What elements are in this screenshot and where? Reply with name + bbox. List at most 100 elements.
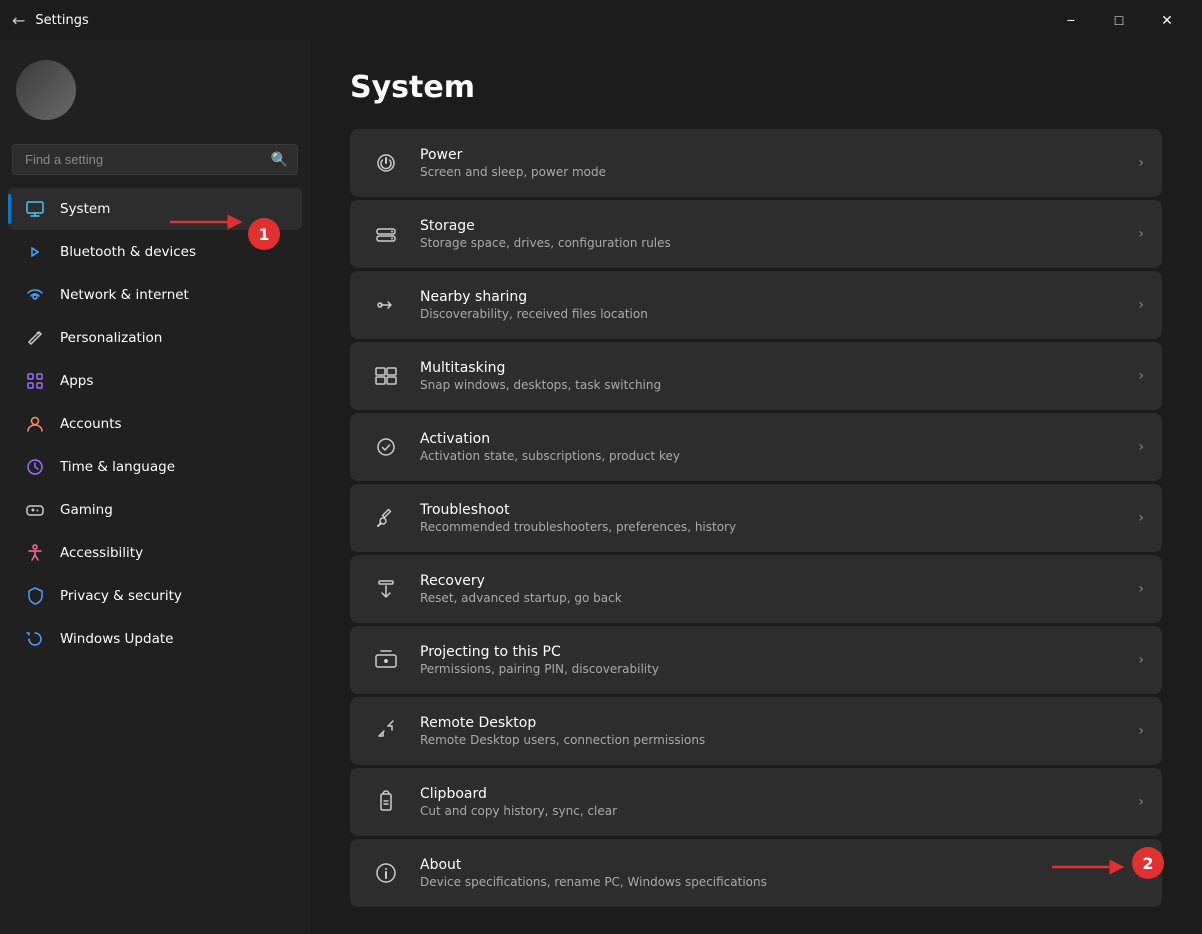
settings-item-title-remote-desktop: Remote Desktop (420, 715, 1122, 731)
settings-item-text-power: Power Screen and sleep, power mode (420, 147, 1122, 179)
avatar (16, 60, 76, 120)
personalization-icon (24, 327, 46, 349)
settings-item-desc-activation: Activation state, subscriptions, product… (420, 449, 1122, 463)
settings-item-title-about: About (420, 857, 1122, 873)
settings-item-text-multitasking: Multitasking Snap windows, desktops, tas… (420, 360, 1122, 392)
time-icon (24, 456, 46, 478)
sidebar-item-label-privacy: Privacy & security (60, 588, 182, 604)
sidebar-item-label-gaming: Gaming (60, 502, 113, 518)
privacy-icon (24, 585, 46, 607)
multitasking-icon (368, 358, 404, 394)
settings-item-projecting[interactable]: Projecting to this PC Permissions, pairi… (350, 626, 1162, 694)
power-icon (368, 145, 404, 181)
settings-item-title-clipboard: Clipboard (420, 786, 1122, 802)
sidebar-item-label-accessibility: Accessibility (60, 545, 143, 561)
chevron-right-icon-nearby-sharing: › (1138, 297, 1144, 313)
settings-item-text-nearby-sharing: Nearby sharing Discoverability, received… (420, 289, 1122, 321)
settings-item-nearby-sharing[interactable]: Nearby sharing Discoverability, received… (350, 271, 1162, 339)
settings-item-desc-troubleshoot: Recommended troubleshooters, preferences… (420, 520, 1122, 534)
sidebar: 🔍 System Bluetooth & devices Network & i… (0, 40, 310, 934)
title-bar-title: Settings (35, 13, 88, 28)
title-bar-controls: − □ ✕ (1048, 4, 1190, 36)
sidebar-item-update[interactable]: Windows Update (8, 618, 302, 660)
search-box: 🔍 (12, 144, 298, 175)
settings-item-clipboard[interactable]: Clipboard Cut and copy history, sync, cl… (350, 768, 1162, 836)
app-body: 🔍 System Bluetooth & devices Network & i… (0, 40, 1202, 934)
chevron-right-icon-clipboard: › (1138, 794, 1144, 810)
storage-icon (368, 216, 404, 252)
main-content: System Power Screen and sleep, power mod… (310, 40, 1202, 934)
maximize-button[interactable]: □ (1096, 4, 1142, 36)
settings-item-text-activation: Activation Activation state, subscriptio… (420, 431, 1122, 463)
annotation-badge-1: 1 (248, 218, 280, 250)
settings-item-text-recovery: Recovery Reset, advanced startup, go bac… (420, 573, 1122, 605)
settings-item-text-projecting: Projecting to this PC Permissions, pairi… (420, 644, 1122, 676)
close-button[interactable]: ✕ (1144, 4, 1190, 36)
settings-item-title-multitasking: Multitasking (420, 360, 1122, 376)
settings-item-desc-storage: Storage space, drives, configuration rul… (420, 236, 1122, 250)
arrow-2 (1047, 855, 1127, 879)
settings-item-desc-power: Screen and sleep, power mode (420, 165, 1122, 179)
settings-item-power[interactable]: Power Screen and sleep, power mode › (350, 129, 1162, 197)
remote-desktop-icon (368, 713, 404, 749)
sidebar-item-label-personalization: Personalization (60, 330, 162, 346)
settings-item-desc-multitasking: Snap windows, desktops, task switching (420, 378, 1122, 392)
chevron-right-icon-power: › (1138, 155, 1144, 171)
settings-item-text-about: About Device specifications, rename PC, … (420, 857, 1122, 889)
annotation-badge-2: 2 (1132, 847, 1164, 879)
settings-item-title-projecting: Projecting to this PC (420, 644, 1122, 660)
search-input[interactable] (12, 144, 298, 175)
sidebar-nav: System Bluetooth & devices Network & int… (0, 187, 310, 934)
settings-item-troubleshoot[interactable]: Troubleshoot Recommended troubleshooters… (350, 484, 1162, 552)
chevron-right-icon-storage: › (1138, 226, 1144, 242)
sidebar-item-network[interactable]: Network & internet (8, 274, 302, 316)
settings-item-text-remote-desktop: Remote Desktop Remote Desktop users, con… (420, 715, 1122, 747)
accessibility-icon (24, 542, 46, 564)
chevron-right-icon-activation: › (1138, 439, 1144, 455)
settings-item-desc-nearby-sharing: Discoverability, received files location (420, 307, 1122, 321)
search-icon: 🔍 (271, 152, 288, 168)
bluetooth-icon (24, 241, 46, 263)
chevron-right-icon-remote-desktop: › (1138, 723, 1144, 739)
sidebar-item-gaming[interactable]: Gaming (8, 489, 302, 531)
settings-item-text-storage: Storage Storage space, drives, configura… (420, 218, 1122, 250)
settings-item-recovery[interactable]: Recovery Reset, advanced startup, go bac… (350, 555, 1162, 623)
settings-item-text-troubleshoot: Troubleshoot Recommended troubleshooters… (420, 502, 1122, 534)
settings-item-activation[interactable]: Activation Activation state, subscriptio… (350, 413, 1162, 481)
title-bar: ← Settings − □ ✕ (0, 0, 1202, 40)
system-icon (24, 198, 46, 220)
sidebar-item-label-system: System (60, 201, 110, 217)
network-icon (24, 284, 46, 306)
sidebar-item-accessibility[interactable]: Accessibility (8, 532, 302, 574)
sidebar-item-time[interactable]: Time & language (8, 446, 302, 488)
settings-item-multitasking[interactable]: Multitasking Snap windows, desktops, tas… (350, 342, 1162, 410)
sidebar-item-label-time: Time & language (60, 459, 175, 475)
settings-item-storage[interactable]: Storage Storage space, drives, configura… (350, 200, 1162, 268)
settings-item-title-troubleshoot: Troubleshoot (420, 502, 1122, 518)
sidebar-item-accounts[interactable]: Accounts (8, 403, 302, 445)
sidebar-item-personalization[interactable]: Personalization (8, 317, 302, 359)
recovery-icon (368, 571, 404, 607)
about-icon (368, 855, 404, 891)
clipboard-icon (368, 784, 404, 820)
activation-icon (368, 429, 404, 465)
minimize-button[interactable]: − (1048, 4, 1094, 36)
sidebar-item-privacy[interactable]: Privacy & security (8, 575, 302, 617)
projecting-icon (368, 642, 404, 678)
settings-item-text-clipboard: Clipboard Cut and copy history, sync, cl… (420, 786, 1122, 818)
back-icon[interactable]: ← (12, 11, 25, 30)
settings-item-desc-remote-desktop: Remote Desktop users, connection permiss… (420, 733, 1122, 747)
title-bar-left: ← Settings (12, 11, 89, 30)
sidebar-item-label-bluetooth: Bluetooth & devices (60, 244, 196, 260)
gaming-icon (24, 499, 46, 521)
settings-item-title-nearby-sharing: Nearby sharing (420, 289, 1122, 305)
troubleshoot-icon (368, 500, 404, 536)
chevron-right-icon-projecting: › (1138, 652, 1144, 668)
settings-item-title-activation: Activation (420, 431, 1122, 447)
settings-item-about[interactable]: About Device specifications, rename PC, … (350, 839, 1162, 907)
sidebar-item-apps[interactable]: Apps (8, 360, 302, 402)
update-icon (24, 628, 46, 650)
chevron-right-icon-recovery: › (1138, 581, 1144, 597)
settings-item-remote-desktop[interactable]: Remote Desktop Remote Desktop users, con… (350, 697, 1162, 765)
chevron-right-icon-multitasking: › (1138, 368, 1144, 384)
